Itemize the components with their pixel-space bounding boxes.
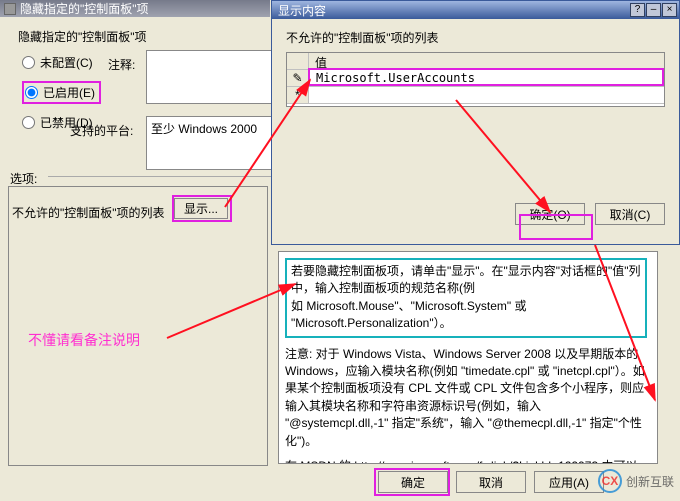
radio-disabled-input[interactable]	[22, 116, 35, 129]
dialog-title: 显示内容	[278, 2, 326, 19]
options-panel	[8, 186, 268, 466]
help-icon[interactable]: ?	[630, 3, 645, 17]
grid-cell-value[interactable]: Microsoft.UserAccounts	[308, 68, 664, 86]
radio-enabled-label: 已启用(E)	[43, 84, 95, 101]
radio-enabled[interactable]: 已启用(E)	[22, 81, 101, 104]
comment-label: 注释:	[108, 56, 135, 73]
platform-box: 至少 Windows 2000	[146, 116, 272, 170]
comment-textarea[interactable]	[146, 50, 272, 104]
description-panel[interactable]: 若要隐藏控制面板项，请单击"显示"。在"显示内容"对话框的"值"列中，输入控制面…	[278, 251, 658, 464]
table-row[interactable]: *	[287, 87, 664, 104]
values-grid[interactable]: 值 ✎ Microsoft.UserAccounts *	[286, 52, 665, 107]
radio-not-configured-label: 未配置(C)	[40, 54, 93, 71]
dialog-cancel-button[interactable]: 取消(C)	[595, 203, 665, 225]
policy-apply-button[interactable]: 应用(A)	[534, 471, 604, 493]
row-marker-new-icon: *	[287, 87, 309, 103]
close-icon[interactable]: ×	[662, 3, 677, 17]
desc-paragraph-1: 若要隐藏控制面板项，请单击"显示"。在"显示内容"对话框的"值"列中，输入控制面…	[291, 264, 641, 330]
row-marker-edit-icon: ✎	[287, 70, 309, 86]
disallowed-list-label: 不允许的"控制面板"项的列表	[12, 204, 165, 221]
platform-label: 支持的平台:	[70, 122, 133, 139]
annotation-note: 不懂请看备注说明	[28, 330, 140, 350]
dialog-subtitle: 不允许的"控制面板"项的列表	[286, 29, 665, 46]
options-label: 选项:	[10, 170, 37, 187]
dialog-window-controls: ? – ×	[630, 3, 679, 17]
window-icon	[4, 3, 16, 15]
dialog-titlebar: 显示内容 ? – ×	[272, 1, 679, 19]
policy-caption: 隐藏指定的"控制面板"项	[18, 28, 147, 45]
desc-paragraph-3: 在 MSDN 的 http://go.microsoft.com/fwlink/…	[285, 458, 647, 464]
policy-editor-title: 隐藏指定的"控制面板"项	[20, 0, 149, 17]
grid-col-value: 值	[309, 53, 664, 69]
watermark-text: 创新互联	[626, 473, 674, 490]
show-contents-dialog: 显示内容 ? – × 不允许的"控制面板"项的列表 值 ✎ Microsoft.…	[271, 0, 680, 245]
policy-cancel-button[interactable]: 取消	[456, 471, 526, 493]
state-radio-group: 未配置(C) 已启用(E) 已禁用(D)	[22, 54, 101, 131]
desc-paragraph-2: 注意: 对于 Windows Vista、Windows Server 2008…	[285, 346, 647, 450]
watermark-logo-icon: CX	[598, 469, 622, 493]
radio-enabled-input[interactable]	[25, 86, 38, 99]
minimize-icon[interactable]: –	[646, 3, 661, 17]
options-divider	[48, 176, 272, 177]
highlight-show-button	[172, 195, 232, 222]
radio-not-configured[interactable]: 未配置(C)	[22, 54, 101, 71]
watermark: CX 创新互联	[598, 469, 674, 493]
dialog-body: 不允许的"控制面板"项的列表 值 ✎ Microsoft.UserAccount…	[272, 19, 679, 233]
radio-not-configured-input[interactable]	[22, 56, 35, 69]
table-row[interactable]: ✎ Microsoft.UserAccounts	[287, 70, 664, 87]
platform-value: 至少 Windows 2000	[151, 122, 257, 136]
grid-corner	[287, 53, 309, 69]
highlight-policy-ok	[374, 468, 450, 496]
dialog-button-row: 确定(O) 取消(C)	[286, 203, 665, 225]
grid-cell-value[interactable]	[309, 87, 664, 103]
highlight-dialog-ok	[519, 214, 593, 240]
highlighted-help-text: 若要隐藏控制面板项，请单击"显示"。在"显示内容"对话框的"值"列中，输入控制面…	[285, 258, 647, 338]
policy-editor-titlebar: 隐藏指定的"控制面板"项	[0, 0, 270, 17]
